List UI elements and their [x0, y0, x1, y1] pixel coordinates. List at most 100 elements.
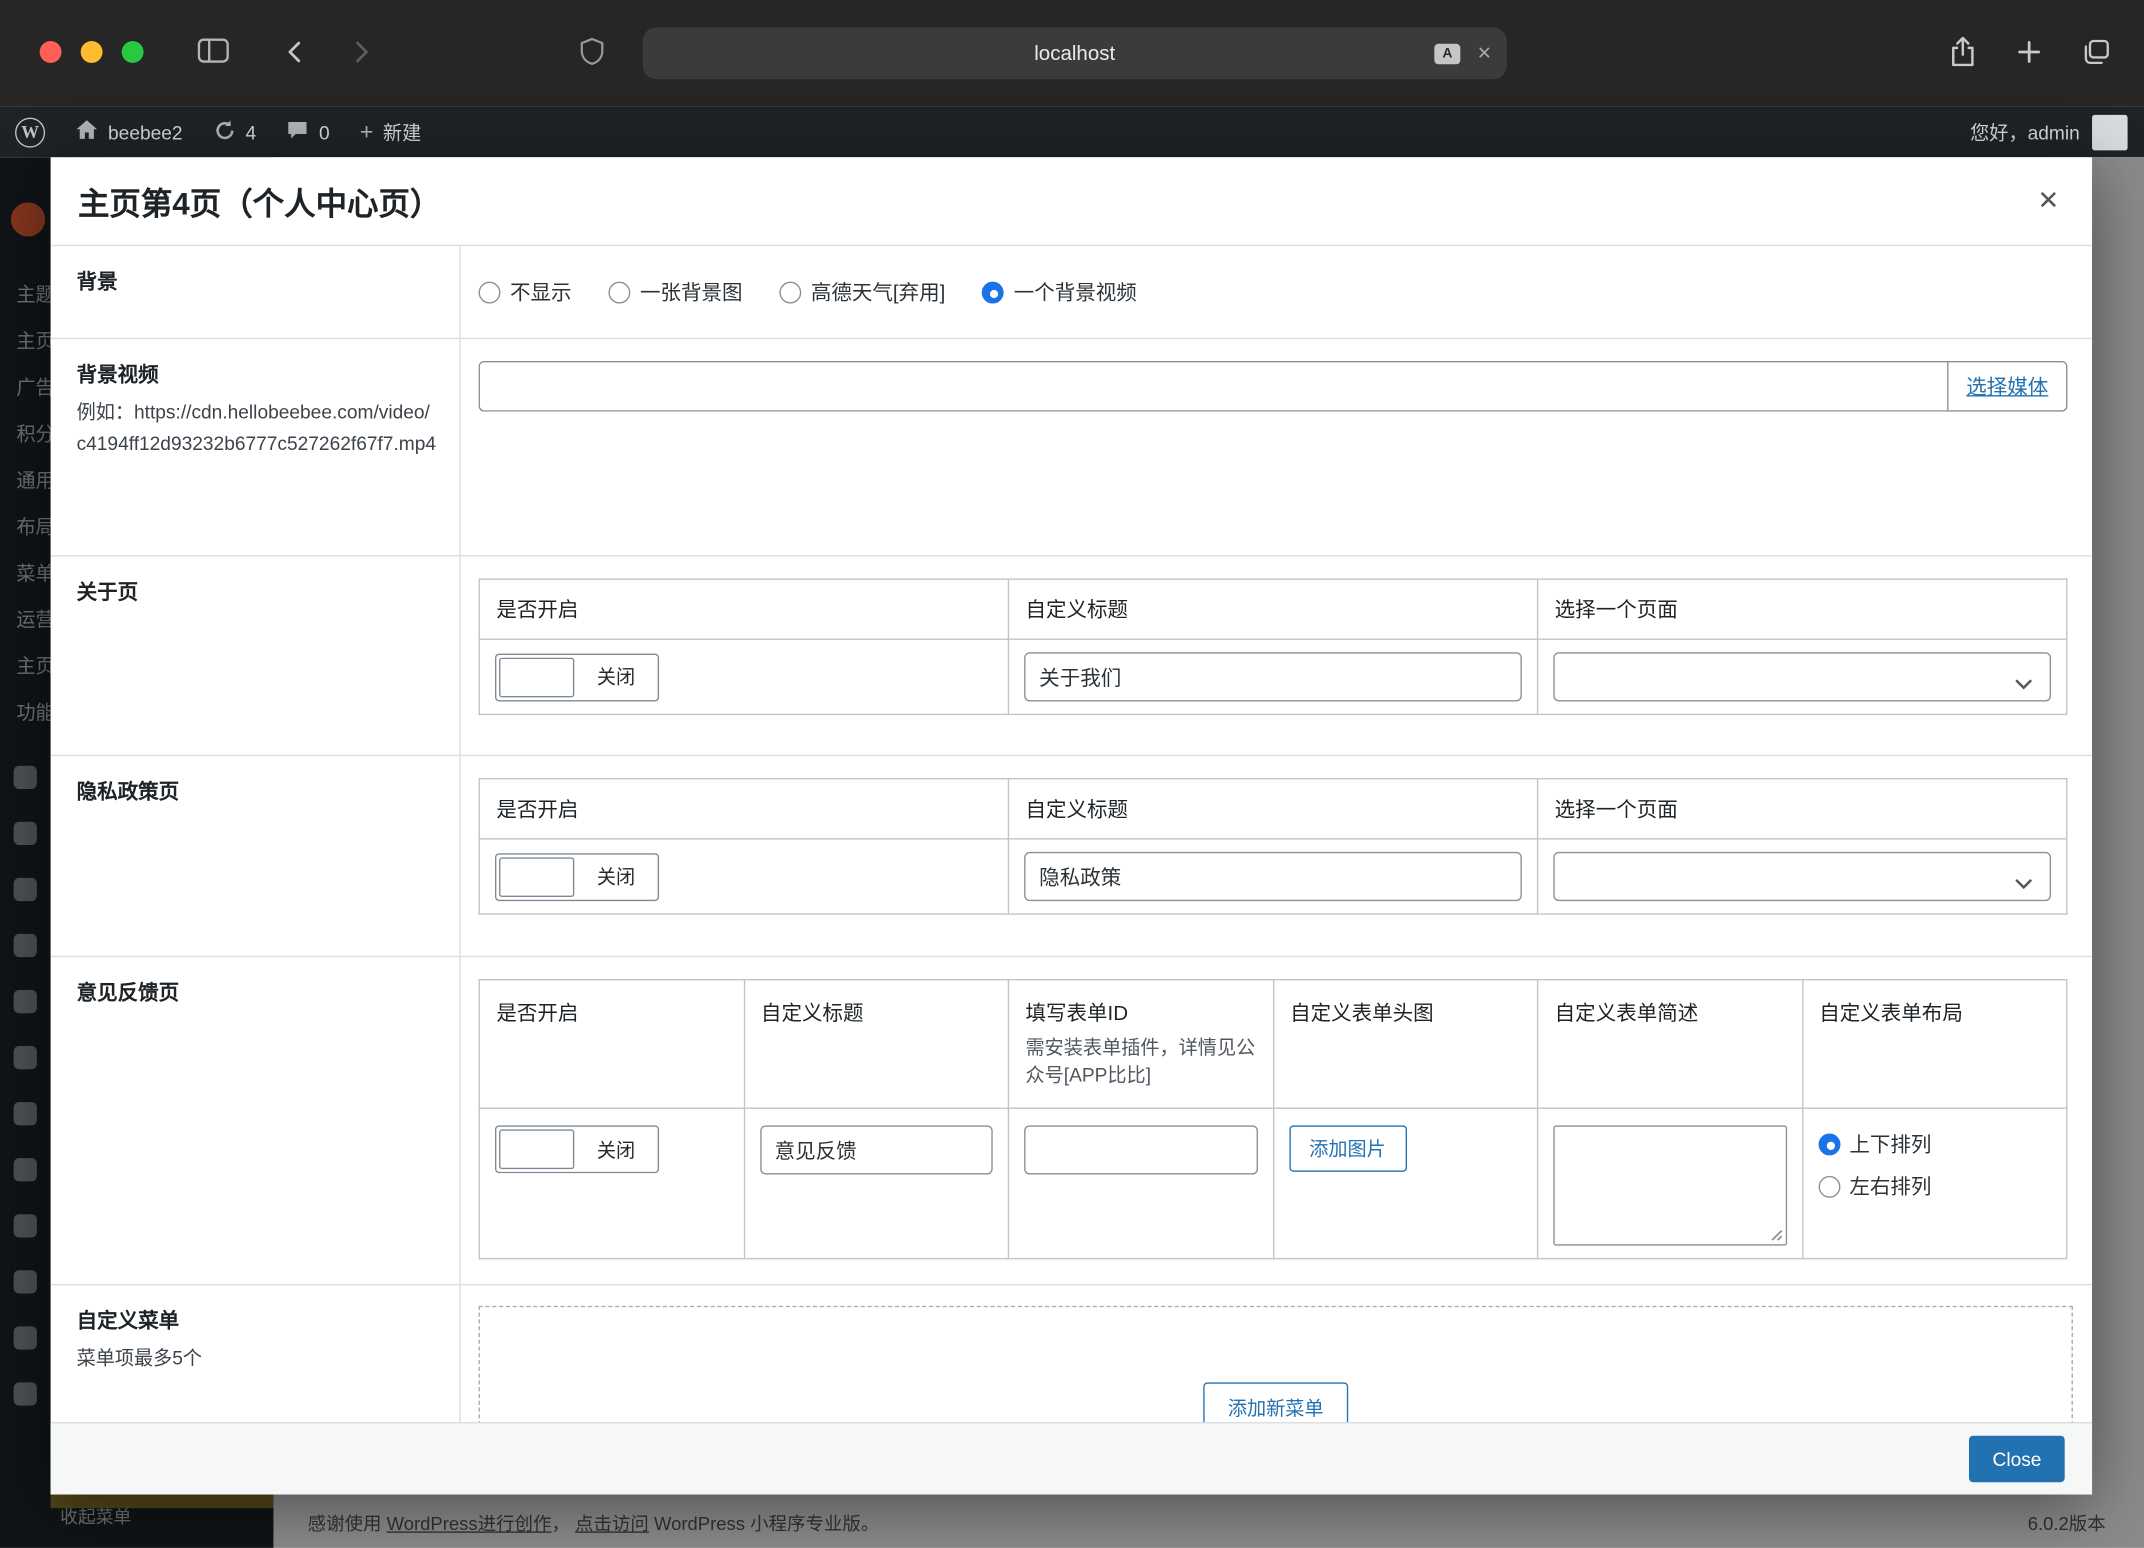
- zoom-window-button[interactable]: [121, 41, 144, 63]
- settings-modal: 主页第4页（个人中心页） ✕ 背景 不显示 一张背景图 高德天气[弃用] 一个背…: [50, 157, 2093, 1495]
- privacy-page-label: 隐私政策页: [76, 780, 180, 804]
- new-content-menu[interactable]: + 新建: [345, 107, 437, 158]
- background-video-hint: 例如：https://cdn.hellobeebee.com/video/c41…: [76, 400, 437, 454]
- custom-menu-label: 自定义菜单: [76, 1309, 180, 1334]
- about-enable-toggle[interactable]: 关闭: [494, 652, 660, 701]
- custom-menu-hint: 菜单项最多5个: [76, 1346, 203, 1369]
- column-header: 自定义表单简述: [1536, 979, 1803, 1109]
- column-header: 是否开启: [478, 578, 1010, 640]
- resize-handle-icon: [1770, 1229, 1782, 1241]
- feedback-page-label: 意见反馈页: [76, 981, 180, 1005]
- translate-icon[interactable]: A: [1434, 43, 1461, 64]
- close-icon[interactable]: ✕: [2037, 185, 2059, 216]
- minimize-window-button[interactable]: [80, 41, 103, 63]
- radio-icon[interactable]: [1817, 1132, 1840, 1155]
- close-window-button[interactable]: [39, 41, 62, 63]
- about-page-table: 是否开启 自定义标题 选择一个页面 关闭 关于我们: [478, 578, 2068, 716]
- column-header: 是否开启: [478, 979, 745, 1109]
- address-bar[interactable]: localhost A ✕: [642, 27, 1507, 80]
- about-title-input[interactable]: 关于我们: [1024, 652, 1522, 702]
- form-id-input[interactable]: [1024, 1125, 1258, 1175]
- share-icon[interactable]: [1948, 36, 1977, 76]
- feedback-enable-toggle[interactable]: 关闭: [494, 1125, 660, 1174]
- comment-icon: [286, 120, 309, 145]
- about-page-select[interactable]: [1553, 652, 2052, 702]
- radio-option[interactable]: 左右排列: [1817, 1172, 2051, 1201]
- column-header: 自定义标题: [1007, 578, 1539, 640]
- wordpress-logo-icon: W: [15, 116, 46, 147]
- radio-option[interactable]: 不显示: [478, 278, 572, 307]
- close-button[interactable]: Close: [1969, 1435, 2065, 1483]
- wp-logo-menu[interactable]: W: [0, 107, 60, 158]
- background-video-row: 背景视频 例如：https://cdn.hellobeebee.com/vide…: [50, 339, 2093, 557]
- column-header: 自定义标题: [743, 979, 1010, 1109]
- site-menu[interactable]: beebee2: [60, 107, 197, 158]
- column-header: 是否开启: [478, 778, 1010, 840]
- new-tab-icon[interactable]: [2015, 38, 2042, 72]
- radio-icon[interactable]: [779, 280, 802, 303]
- background-row: 背景 不显示 一张背景图 高德天气[弃用] 一个背景视频: [50, 246, 2093, 340]
- tab-overview-icon[interactable]: [2081, 38, 2111, 72]
- url-text: localhost: [1034, 41, 1116, 65]
- sidebar-toggle-icon[interactable]: [197, 37, 230, 64]
- radio-option[interactable]: 一张背景图: [608, 278, 743, 307]
- privacy-title-input[interactable]: 隐私政策: [1024, 851, 1522, 902]
- about-page-label: 关于页: [76, 581, 139, 605]
- background-video-label: 背景视频: [76, 363, 159, 387]
- update-count: 4: [245, 121, 257, 143]
- plus-icon: +: [359, 118, 374, 145]
- forward-icon[interactable]: [347, 38, 374, 65]
- background-label: 背景: [76, 270, 118, 294]
- custom-menu-row: 自定义菜单 菜单项最多5个 添加新菜单: [51, 1285, 2092, 1473]
- modal-header: 主页第4页（个人中心页） ✕: [50, 157, 2093, 247]
- modal-title: 主页第4页（个人中心页）: [77, 185, 442, 222]
- video-url-input[interactable]: [478, 360, 1948, 412]
- radio-option[interactable]: 上下排列: [1817, 1129, 2051, 1158]
- home-icon: [75, 119, 98, 145]
- form-layout-options: 上下排列 左右排列: [1817, 1125, 2051, 1201]
- form-id-hint: 需安装表单插件，详情见公众号[APP比比]: [1025, 1036, 1256, 1087]
- about-page-row: 关于页 是否开启 自定义标题 选择一个页面 关闭 关于我们: [50, 556, 2093, 757]
- radio-icon[interactable]: [1817, 1175, 1840, 1198]
- browser-titlebar: localhost A ✕: [0, 0, 2144, 107]
- traffic-lights: [39, 41, 144, 63]
- radio-icon[interactable]: [608, 280, 631, 303]
- screen: localhost A ✕ W beebee2 4 0 + 新建 您好，admi…: [0, 0, 2144, 1548]
- radio-icon[interactable]: [478, 280, 501, 303]
- privacy-page-row: 隐私政策页 是否开启 自定义标题 选择一个页面 关闭 隐私政策: [50, 756, 2093, 958]
- chevron-down-icon: [2014, 673, 2033, 698]
- privacy-enable-toggle[interactable]: 关闭: [494, 852, 660, 901]
- feedback-page-table: 是否开启 自定义标题 填写表单ID 需安装表单插件，详情见公众号[APP比比] …: [478, 979, 2068, 1260]
- add-image-button[interactable]: 添加图片: [1288, 1125, 1407, 1172]
- clear-url-icon[interactable]: ✕: [1477, 42, 1492, 64]
- column-header: 选择一个页面: [1536, 778, 2068, 840]
- toggle-knob: [499, 1129, 575, 1170]
- column-header: 自定义表单头图: [1272, 979, 1539, 1109]
- feedback-page-row: 意见反馈页 是否开启 自定义标题 填写表单ID 需安装表单插件，详情见公众号[A…: [50, 957, 2093, 1286]
- radio-icon[interactable]: [982, 280, 1005, 303]
- toggle-knob: [499, 856, 575, 897]
- column-header: 填写表单ID 需安装表单插件，详情见公众号[APP比比]: [1007, 979, 1274, 1109]
- back-icon[interactable]: [282, 38, 309, 65]
- privacy-shield-icon[interactable]: [580, 37, 605, 66]
- column-header: 自定义标题: [1007, 778, 1539, 840]
- column-header: 自定义表单布局: [1801, 979, 2068, 1109]
- radio-option[interactable]: 一个背景视频: [982, 278, 1137, 307]
- site-name: beebee2: [108, 121, 183, 143]
- new-label: 新建: [382, 121, 422, 143]
- comments-menu[interactable]: 0: [271, 107, 345, 158]
- modal-footer: Close: [50, 1422, 2093, 1495]
- privacy-page-select[interactable]: [1553, 851, 2052, 902]
- toggle-knob: [499, 657, 575, 697]
- update-icon: [213, 118, 236, 145]
- select-media-button[interactable]: 选择媒体: [1947, 360, 2068, 412]
- avatar[interactable]: [2092, 114, 2128, 150]
- comment-count: 0: [319, 121, 330, 143]
- wp-admin-bar: W beebee2 4 0 + 新建 您好，admin: [0, 106, 2144, 158]
- user-greeting[interactable]: 您好，admin: [1970, 118, 2080, 145]
- feedback-title-input[interactable]: 意见反馈: [759, 1125, 993, 1175]
- privacy-page-table: 是否开启 自定义标题 选择一个页面 关闭 隐私政策: [478, 778, 2068, 915]
- form-summary-textarea[interactable]: [1553, 1125, 1787, 1246]
- radio-option[interactable]: 高德天气[弃用]: [779, 278, 945, 307]
- updates-menu[interactable]: 4: [198, 107, 272, 158]
